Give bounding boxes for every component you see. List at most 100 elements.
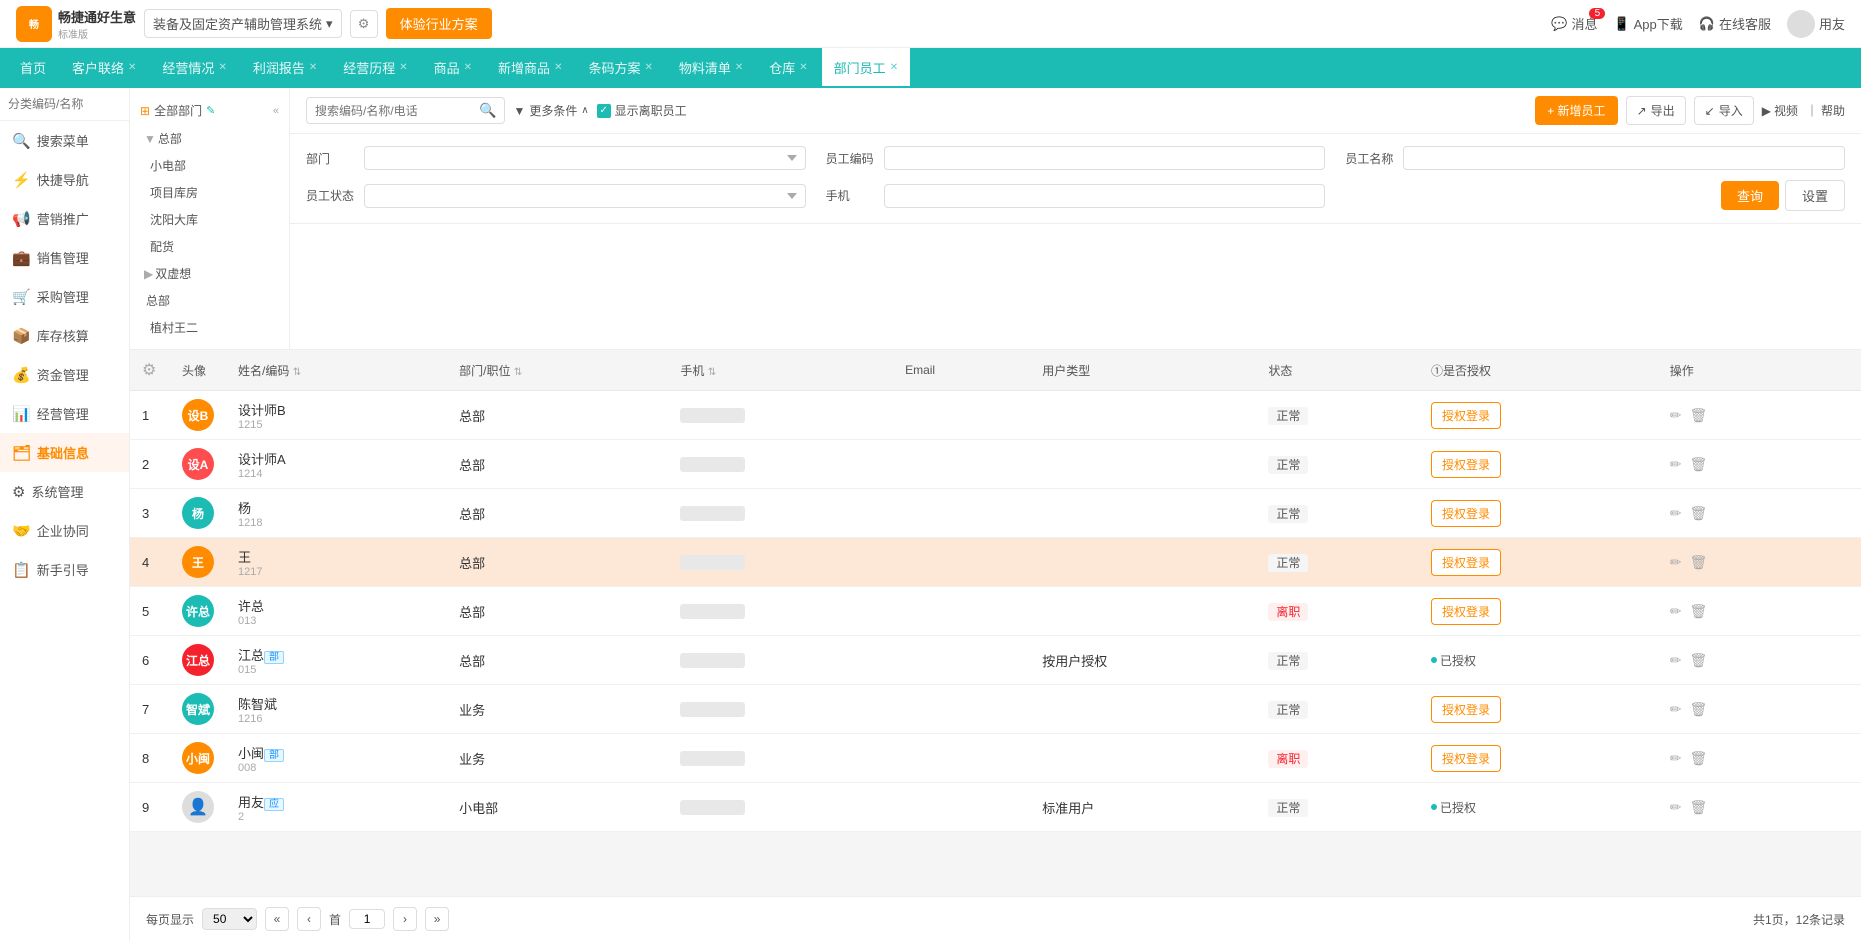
sidebar-item-quick-nav[interactable]: ⚡快捷导航 (0, 160, 129, 199)
auth-button[interactable]: 授权登录 (1431, 451, 1501, 478)
prev-page-button[interactable]: ‹ (297, 907, 321, 931)
sidebar-item-operation[interactable]: 📊经营管理 (0, 394, 129, 433)
close-tab-icon[interactable]: ✕ (464, 62, 472, 73)
nav-tab-部门员工[interactable]: 部门员工 ✕ (822, 48, 910, 88)
close-tab-icon[interactable]: ✕ (735, 62, 743, 73)
user-menu[interactable]: 用友 (1787, 10, 1845, 38)
sidebar-item-basic[interactable]: 🗂基础信息 (0, 433, 129, 472)
search-box[interactable]: 🔍 (306, 97, 505, 124)
delete-icon[interactable]: 🗑 (1689, 652, 1707, 669)
edit-icon[interactable]: ✏ (1670, 456, 1682, 473)
set-button[interactable]: 设置 (1785, 180, 1845, 211)
nav-tab-利润报告[interactable]: 利润报告 ✕ (241, 48, 329, 88)
sidebar-item-guide[interactable]: 📋新手引导 (0, 550, 129, 589)
sort-phone-icon[interactable]: ⇅ (708, 367, 716, 378)
nav-tab-商品[interactable]: 商品 ✕ (422, 48, 484, 88)
edit-icon[interactable]: ✏ (1670, 603, 1682, 620)
edit-icon[interactable]: ✏ (1670, 799, 1682, 816)
auth-button[interactable]: 授权登录 (1431, 745, 1501, 772)
dept-group-header-0[interactable]: ▼ 总部 (130, 125, 289, 152)
delete-icon[interactable]: 🗑 (1689, 505, 1707, 522)
delete-icon[interactable]: 🗑 (1689, 456, 1707, 473)
trial-button[interactable]: 体验行业方案 (386, 8, 492, 39)
edit-icon[interactable]: ✏ (1670, 505, 1682, 522)
show-resign-toggle[interactable]: ✓ 显示离职员工 (597, 102, 687, 119)
more-filter-button[interactable]: ▼ 更多条件 ∧ (513, 102, 588, 119)
system-title[interactable]: 装备及固定资产辅助管理系统 ▾ (144, 9, 342, 38)
nav-tab-经营情况[interactable]: 经营情况 ✕ (150, 48, 238, 88)
sidebar-item-system[interactable]: ⚙系统管理 (0, 472, 129, 511)
filter-phone-input[interactable] (884, 184, 1326, 208)
sidebar-item-stock[interactable]: 📦库存核算 (0, 316, 129, 355)
dept-all-header[interactable]: ⊞ 全部部门 ✎ « (130, 96, 289, 125)
nav-tab-条码方案[interactable]: 条码方案 ✕ (576, 48, 664, 88)
sidebar-item-purchase[interactable]: 🛒采购管理 (0, 277, 129, 316)
sidebar-item-finance[interactable]: 💰资金管理 (0, 355, 129, 394)
view-button[interactable]: ▶ 视频 (1762, 102, 1798, 119)
auth-button[interactable]: 授权登录 (1431, 549, 1501, 576)
edit-icon[interactable]: ✏ (1670, 701, 1682, 718)
close-tab-icon[interactable]: ✕ (399, 62, 407, 73)
filter-code-input[interactable] (884, 146, 1326, 170)
close-tab-icon[interactable]: ✕ (309, 62, 317, 73)
settings-icon[interactable]: ⚙ (142, 362, 156, 379)
delete-icon[interactable]: 🗑 (1689, 554, 1707, 571)
edit-icon[interactable]: ✏ (1670, 554, 1682, 571)
close-tab-icon[interactable]: ✕ (554, 62, 562, 73)
collapse-icon[interactable]: « (273, 105, 279, 117)
dept-item-xiaodian[interactable]: 小电部 (130, 152, 289, 179)
auth-button[interactable]: 授权登录 (1431, 500, 1501, 527)
delete-icon[interactable]: 🗑 (1689, 407, 1707, 424)
dept-item-project[interactable]: 项目库房 (130, 179, 289, 206)
export-button[interactable]: ↗ 导出 (1626, 96, 1686, 125)
next-page-button[interactable]: › (393, 907, 417, 931)
dept-item-shenyang[interactable]: 沈阳大库 (130, 206, 289, 233)
dept-item-zhicun[interactable]: 植村王二 (130, 314, 289, 341)
nav-tab-物料清单[interactable]: 物料清单 ✕ (667, 48, 755, 88)
auth-button[interactable]: 授权登录 (1431, 402, 1501, 429)
filter-dept-select[interactable] (364, 146, 806, 170)
close-tab-icon[interactable]: ✕ (890, 62, 898, 73)
auth-button[interactable]: 授权登录 (1431, 696, 1501, 723)
sort-dept-icon[interactable]: ⇅ (514, 367, 522, 378)
filter-status-select[interactable] (364, 184, 806, 208)
edit-icon[interactable]: ✏ (1670, 750, 1682, 767)
search-input[interactable] (315, 104, 475, 118)
nav-tab-经营历程[interactable]: 经营历程 ✕ (331, 48, 419, 88)
delete-icon[interactable]: 🗑 (1689, 701, 1707, 718)
add-employee-button[interactable]: + 新增员工 (1535, 96, 1617, 125)
filter-name-input[interactable] (1403, 146, 1845, 170)
delete-icon[interactable]: 🗑 (1689, 799, 1707, 816)
auth-button[interactable]: 授权登录 (1431, 598, 1501, 625)
sidebar-search-input[interactable] (8, 97, 130, 111)
dept-group-header-2[interactable]: 总部 (130, 287, 289, 314)
sidebar-item-marketing[interactable]: 📢营销推广 (0, 199, 129, 238)
message-button[interactable]: 💬 消息 5 (1551, 14, 1597, 33)
per-page-select[interactable]: 50 100 200 (202, 908, 257, 930)
app-download-button[interactable]: 📱 App下载 (1613, 14, 1682, 33)
gear-button[interactable]: ⚙ (350, 10, 378, 38)
edit-icon[interactable]: ✏ (1670, 652, 1682, 669)
sidebar-item-search-menu[interactable]: 🔍搜索菜单 (0, 121, 129, 160)
import-button[interactable]: ↙ 导入 (1694, 96, 1754, 125)
sidebar-item-cooperation[interactable]: 🤝企业协同 (0, 511, 129, 550)
close-tab-icon[interactable]: ✕ (218, 62, 226, 73)
nav-tab-仓库[interactable]: 仓库 ✕ (757, 48, 819, 88)
online-service-button[interactable]: 🎧 在线客服 (1699, 14, 1771, 33)
sort-name-icon[interactable]: ⇅ (293, 367, 301, 378)
delete-icon[interactable]: 🗑 (1689, 603, 1707, 620)
delete-icon[interactable]: 🗑 (1689, 750, 1707, 767)
query-button[interactable]: 查询 (1721, 181, 1779, 210)
nav-tab-客户联络[interactable]: 客户联络 ✕ (60, 48, 148, 88)
edit-icon[interactable]: ✏ (1670, 407, 1682, 424)
close-tab-icon[interactable]: ✕ (799, 62, 807, 73)
nav-tab-首页[interactable]: 首页 (8, 48, 58, 88)
nav-tab-新增商品[interactable]: 新增商品 ✕ (486, 48, 574, 88)
close-tab-icon[interactable]: ✕ (128, 62, 136, 73)
close-tab-icon[interactable]: ✕ (644, 62, 652, 73)
last-page-button[interactable]: » (425, 907, 449, 931)
first-page-button[interactable]: « (265, 907, 289, 931)
edit-dept-icon[interactable]: ✎ (206, 104, 215, 117)
sidebar-item-sales[interactable]: 💼销售管理 (0, 238, 129, 277)
page-input[interactable] (349, 909, 385, 929)
